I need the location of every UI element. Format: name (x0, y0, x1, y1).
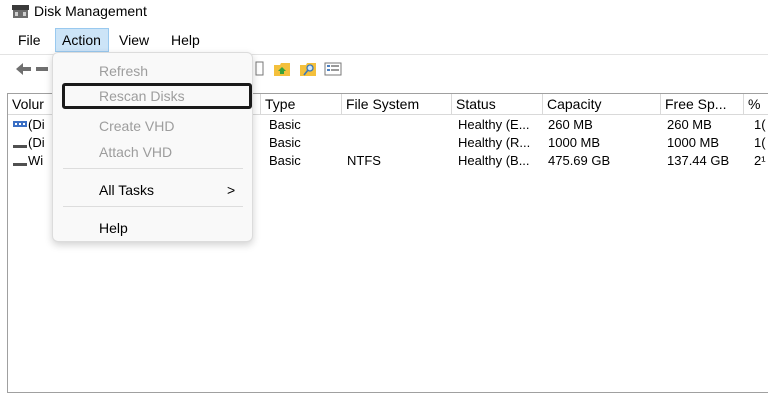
volume-status: Healthy (E... (458, 117, 530, 132)
up-folder-icon[interactable] (273, 59, 291, 79)
menu-item-label: Refresh (99, 63, 149, 79)
column-header-free-space[interactable]: Free Sp... (661, 94, 744, 115)
menu-item-attach-vhd[interactable]: Attach VHD (53, 140, 252, 164)
action-menu-dropdown: Refresh Rescan Disks Create VHD Attach V… (52, 52, 253, 242)
volume-percent-free: 2¹ (754, 153, 766, 168)
volume-capacity: 1000 MB (548, 135, 601, 150)
menu-item-label: Help (99, 220, 128, 236)
menu-item-help[interactable]: Help (53, 216, 252, 240)
volume-free-space: 260 MB (667, 117, 712, 132)
menu-bar: File Action View Help (0, 28, 768, 52)
column-header-type[interactable]: Type (261, 94, 342, 115)
properties-icon[interactable] (255, 59, 265, 79)
volume-capacity: 475.69 GB (548, 153, 611, 168)
menu-item-label: All Tasks (99, 182, 154, 198)
volume-status: Healthy (B... (458, 153, 530, 168)
volume-status: Healthy (R... (458, 135, 531, 150)
volume-icon (13, 163, 27, 166)
volume-name: (Di (28, 117, 45, 132)
column-header-capacity[interactable]: Capacity (543, 94, 661, 115)
title-bar: Disk Management (0, 0, 768, 24)
keyboard-focus-highlight (62, 83, 252, 109)
volume-free-space: 1000 MB (667, 135, 720, 150)
list-view-icon[interactable] (324, 59, 342, 79)
volume-type: Basic (269, 135, 301, 150)
back-arrow-icon[interactable] (14, 59, 34, 79)
volume-type: Basic (269, 153, 301, 168)
volume-file-system: NTFS (347, 153, 381, 168)
menu-item-label: Attach VHD (99, 144, 173, 160)
volume-icon (13, 145, 27, 148)
volume-name: (Di (28, 135, 45, 150)
volume-type: Basic (269, 117, 301, 132)
menu-separator (63, 168, 243, 169)
menu-file[interactable]: File (12, 28, 47, 52)
menu-item-label: Create VHD (99, 118, 175, 134)
column-header-percent-free[interactable]: % (744, 94, 768, 115)
menu-item-refresh[interactable]: Refresh (53, 59, 252, 83)
window-title: Disk Management (34, 3, 147, 19)
column-header-status[interactable]: Status (452, 94, 543, 115)
forward-arrow-icon[interactable] (36, 59, 50, 79)
column-header-file-system[interactable]: File System (342, 94, 452, 115)
menu-view[interactable]: View (113, 28, 155, 52)
chevron-right-icon: > (227, 182, 236, 198)
menu-separator (63, 206, 243, 207)
volume-percent-free: 1( (754, 135, 766, 150)
volume-icon (13, 121, 27, 127)
menu-help[interactable]: Help (165, 28, 206, 52)
menu-action[interactable]: Action (55, 28, 109, 52)
disk-management-icon (12, 5, 29, 18)
menu-item-create-vhd[interactable]: Create VHD (53, 114, 252, 138)
volume-percent-free: 1( (754, 117, 766, 132)
volume-free-space: 137.44 GB (667, 153, 730, 168)
search-folder-icon[interactable] (299, 59, 317, 79)
menu-item-all-tasks[interactable]: All Tasks > (53, 178, 252, 202)
volume-name: Wi (28, 153, 44, 168)
volume-capacity: 260 MB (548, 117, 593, 132)
